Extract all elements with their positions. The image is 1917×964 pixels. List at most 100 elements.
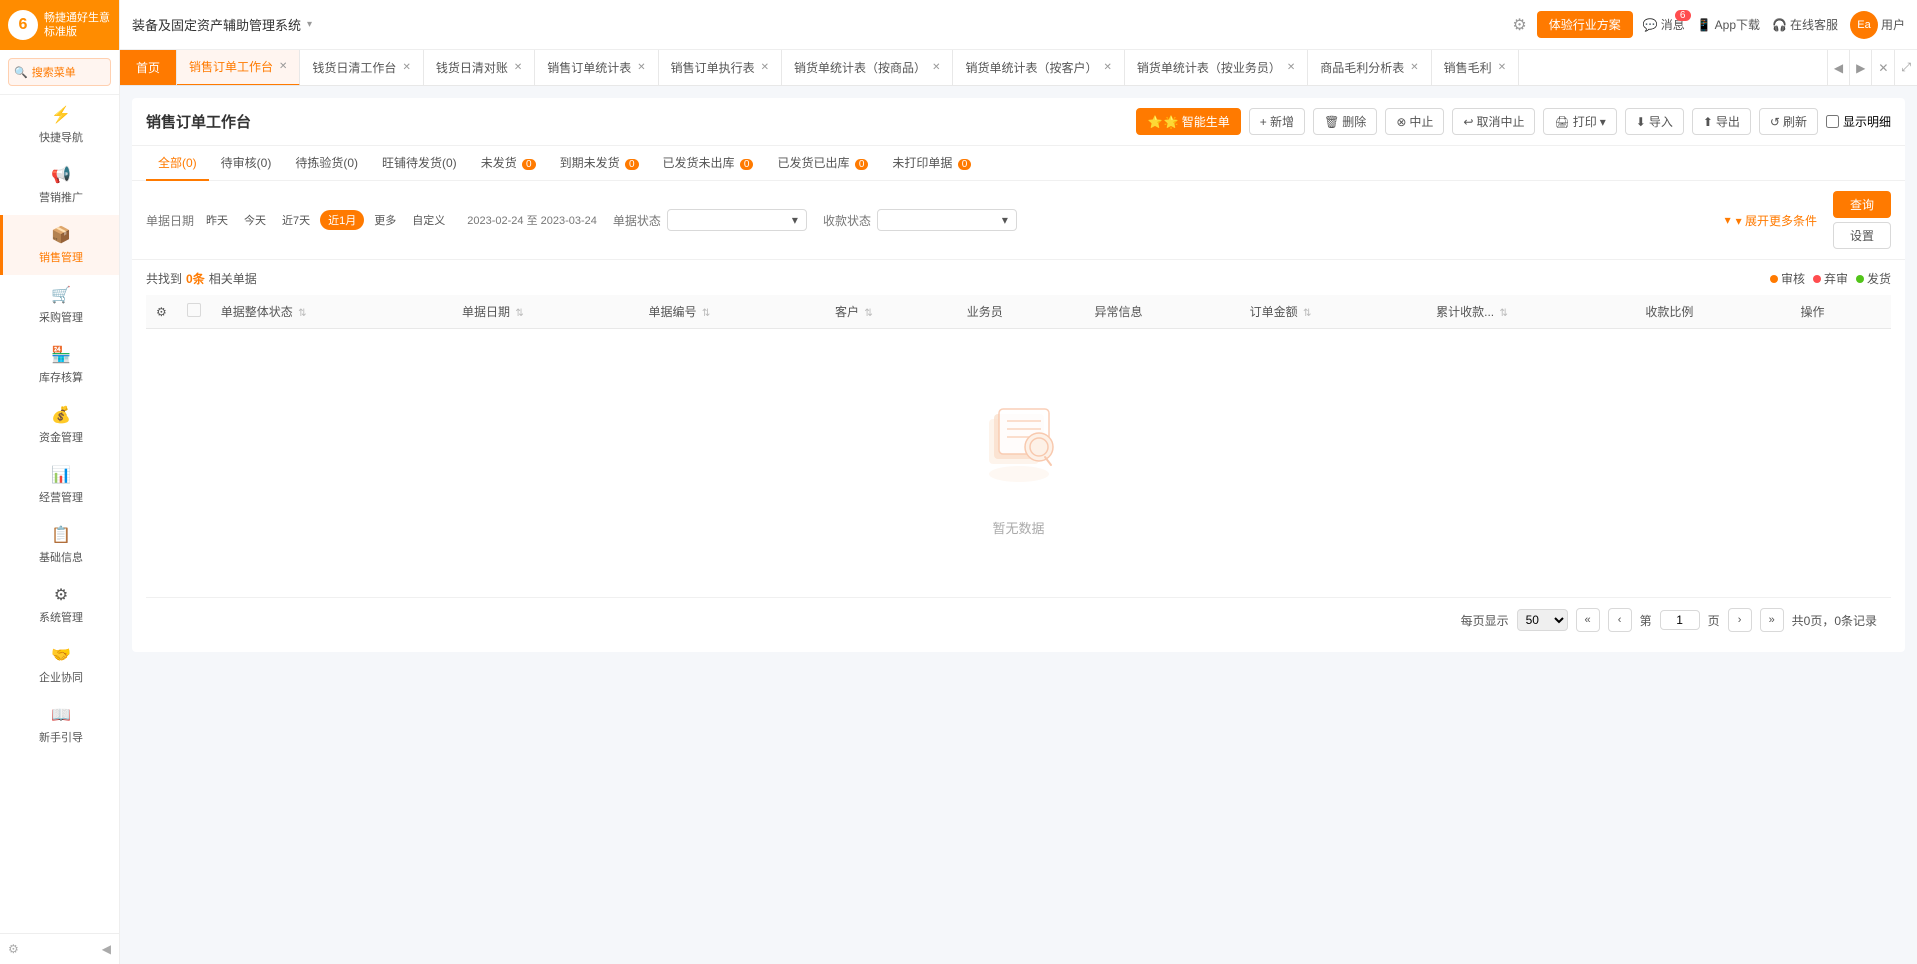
sidebar-item-sales[interactable]: 📦 销售管理 xyxy=(0,215,119,275)
sub-tab-pending-review[interactable]: 待审核(0) xyxy=(209,146,284,181)
tab-close-icon[interactable]: ✕ xyxy=(1410,62,1418,73)
show-detail-input[interactable] xyxy=(1826,115,1839,128)
sidebar-item-system[interactable]: ⚙ 系统管理 xyxy=(0,575,119,635)
smart-create-button[interactable]: ⭐ 🌟 智能生单 xyxy=(1136,108,1240,135)
tab-close-icon[interactable]: ✕ xyxy=(1498,62,1506,73)
tab-close-all[interactable]: ✕ xyxy=(1871,50,1894,86)
add-button[interactable]: + 新增 xyxy=(1249,108,1305,135)
column-checkbox[interactable] xyxy=(177,295,211,329)
status-select[interactable]: ▾ xyxy=(667,209,807,231)
last-page-button[interactable]: » xyxy=(1760,608,1784,632)
sort-icon[interactable]: ⇅ xyxy=(702,308,710,319)
sub-tab-overdue-ship[interactable]: 到期未发货 0 xyxy=(548,146,651,181)
page-size-select[interactable]: 50 10 20 100 xyxy=(1517,609,1568,631)
delete-button[interactable]: 🗑 删除 xyxy=(1313,108,1377,135)
sidebar-item-operations[interactable]: 📊 经营管理 xyxy=(0,455,119,515)
sidebar-item-purchase[interactable]: 🛒 采购管理 xyxy=(0,275,119,335)
user-profile-button[interactable]: Ea 用户 xyxy=(1850,11,1905,39)
orange-dot-icon xyxy=(1770,275,1778,283)
sub-tab-shipped-not-out[interactable]: 已发货未出库 0 xyxy=(651,146,766,181)
first-page-button[interactable]: « xyxy=(1576,608,1600,632)
sort-icon[interactable]: ⇅ xyxy=(1499,308,1507,319)
prev-page-button[interactable]: ‹ xyxy=(1608,608,1632,632)
page-number-input[interactable] xyxy=(1660,610,1700,630)
show-detail-checkbox[interactable]: 显示明细 xyxy=(1826,113,1891,130)
payment-select[interactable]: ▾ xyxy=(877,209,1017,231)
review-action[interactable]: 审核 xyxy=(1770,270,1805,287)
expand-filter-button[interactable]: ▾ ▾ 展开更多条件 xyxy=(1725,212,1817,229)
sidebar-item-quick-nav[interactable]: ⚡ 快捷导航 xyxy=(0,95,119,155)
cancel-review-action[interactable]: 弃审 xyxy=(1813,270,1848,287)
tab-sales-stats[interactable]: 销售订单统计表 ✕ xyxy=(535,50,658,86)
tab-reconciliation[interactable]: 钱货日清对账 ✕ xyxy=(424,50,535,86)
date-btn-custom[interactable]: 自定义 xyxy=(406,210,451,230)
set-button[interactable]: 设置 xyxy=(1833,222,1891,249)
sidebar-item-inventory[interactable]: 🏪 库存核算 xyxy=(0,335,119,395)
date-quick-buttons: 昨天 今天 近7天 近1月 更多 自定义 xyxy=(200,210,451,230)
export-button[interactable]: ⬆ 导出 xyxy=(1692,108,1751,135)
refresh-button[interactable]: ↺ 刷新 xyxy=(1759,108,1818,135)
tab-sales-execution[interactable]: 销售订单执行表 ✕ xyxy=(659,50,782,86)
sidebar-collapse-icon[interactable]: ◀ xyxy=(102,942,111,956)
settings-gear-icon[interactable]: ⚙ xyxy=(1512,15,1526,35)
column-settings[interactable]: ⚙ xyxy=(146,295,177,329)
ship-action[interactable]: 发货 xyxy=(1856,270,1891,287)
sidebar-item-finance[interactable]: 💰 资金管理 xyxy=(0,395,119,455)
import-button[interactable]: ⬇ 导入 xyxy=(1625,108,1684,135)
tab-scroll-prev[interactable]: ◀ xyxy=(1827,50,1849,86)
sidebar-item-basic-info[interactable]: 📋 基础信息 xyxy=(0,515,119,575)
tab-close-icon[interactable]: ✕ xyxy=(761,62,769,73)
table-scroll-container[interactable]: ⚙ 单据整体状态 ⇅ 单据日期 xyxy=(146,295,1891,329)
tab-stats-by-customer[interactable]: 销货单统计表（按客户） ✕ xyxy=(953,50,1124,86)
sidebar-item-guide[interactable]: 📖 新手引导 xyxy=(0,695,119,755)
date-btn-more[interactable]: 更多 xyxy=(368,210,402,230)
message-button[interactable]: 💬 消息 6 xyxy=(1643,16,1685,33)
next-page-button[interactable]: › xyxy=(1728,608,1752,632)
tab-stats-by-salesman[interactable]: 销货单统计表（按业务员） ✕ xyxy=(1125,50,1308,86)
tab-gross-profit[interactable]: 商品毛利分析表 ✕ xyxy=(1308,50,1431,86)
sub-tab-shipped-out[interactable]: 已发货已出库 0 xyxy=(765,146,880,181)
stop-button[interactable]: ⊗ 中止 xyxy=(1385,108,1444,135)
tab-close-icon[interactable]: ✕ xyxy=(279,61,287,72)
tab-close-icon[interactable]: ✕ xyxy=(1103,62,1111,73)
query-button[interactable]: 查询 xyxy=(1833,191,1891,218)
tab-daily-clear[interactable]: 钱货日清工作台 ✕ xyxy=(300,50,423,86)
sub-tab-all[interactable]: 全部(0) xyxy=(146,146,209,181)
sidebar-item-marketing[interactable]: 📢 营销推广 xyxy=(0,155,119,215)
sub-tab-not-printed[interactable]: 未打印单据 0 xyxy=(880,146,983,181)
tab-maximize[interactable]: ⤢ xyxy=(1894,50,1917,86)
tab-sales-order-workbench[interactable]: 销售订单工作台 ✕ xyxy=(177,50,300,86)
date-btn-1month[interactable]: 近1月 xyxy=(320,210,364,230)
select-all-checkbox[interactable] xyxy=(187,303,201,317)
sort-icon[interactable]: ⇅ xyxy=(298,308,306,319)
sidebar-settings-icon[interactable]: ⚙ xyxy=(8,942,19,956)
tab-close-icon[interactable]: ✕ xyxy=(402,62,410,73)
tab-scroll-next[interactable]: ▶ xyxy=(1849,50,1871,86)
dropdown-arrow-icon[interactable]: ▾ xyxy=(307,19,312,30)
tab-close-icon[interactable]: ✕ xyxy=(932,62,940,73)
online-service-button[interactable]: 🎧 在线客服 xyxy=(1772,16,1838,33)
industry-solution-button[interactable]: 体验行业方案 xyxy=(1537,11,1633,38)
sort-icon[interactable]: ⇅ xyxy=(1303,308,1311,319)
date-btn-today[interactable]: 今天 xyxy=(238,210,272,230)
sub-tab-wangpu-ship[interactable]: 旺铺待发货(0) xyxy=(370,146,469,181)
sidebar-item-enterprise[interactable]: 🤝 企业协同 xyxy=(0,635,119,695)
sub-tab-not-shipped[interactable]: 未发货 0 xyxy=(469,146,548,181)
sort-icon[interactable]: ⇅ xyxy=(864,308,872,319)
tab-close-icon[interactable]: ✕ xyxy=(1287,62,1295,73)
sort-icon[interactable]: ⇅ xyxy=(515,308,523,319)
print-button[interactable]: 🖨 打印 ▾ xyxy=(1543,108,1616,135)
cancel-stop-button[interactable]: ↩ 取消中止 xyxy=(1452,108,1535,135)
column-settings-icon[interactable]: ⚙ xyxy=(156,305,167,319)
date-filter: 单据日期 昨天 今天 近7天 近1月 更多 自定义 xyxy=(146,210,451,230)
app-download-button[interactable]: 📱 App下载 xyxy=(1697,16,1760,33)
tab-sales-margin[interactable]: 销售毛利 ✕ xyxy=(1432,50,1519,86)
tab-stats-by-product[interactable]: 销货单统计表（按商品） ✕ xyxy=(782,50,953,86)
search-menu-button[interactable]: 🔍 搜索菜单 xyxy=(8,58,111,86)
tab-close-icon[interactable]: ✕ xyxy=(637,62,645,73)
tab-home[interactable]: 首页 xyxy=(120,50,177,86)
sub-tab-pending-check[interactable]: 待拣验货(0) xyxy=(283,146,370,181)
date-btn-yesterday[interactable]: 昨天 xyxy=(200,210,234,230)
tab-close-icon[interactable]: ✕ xyxy=(514,62,522,73)
date-btn-7days[interactable]: 近7天 xyxy=(276,210,316,230)
